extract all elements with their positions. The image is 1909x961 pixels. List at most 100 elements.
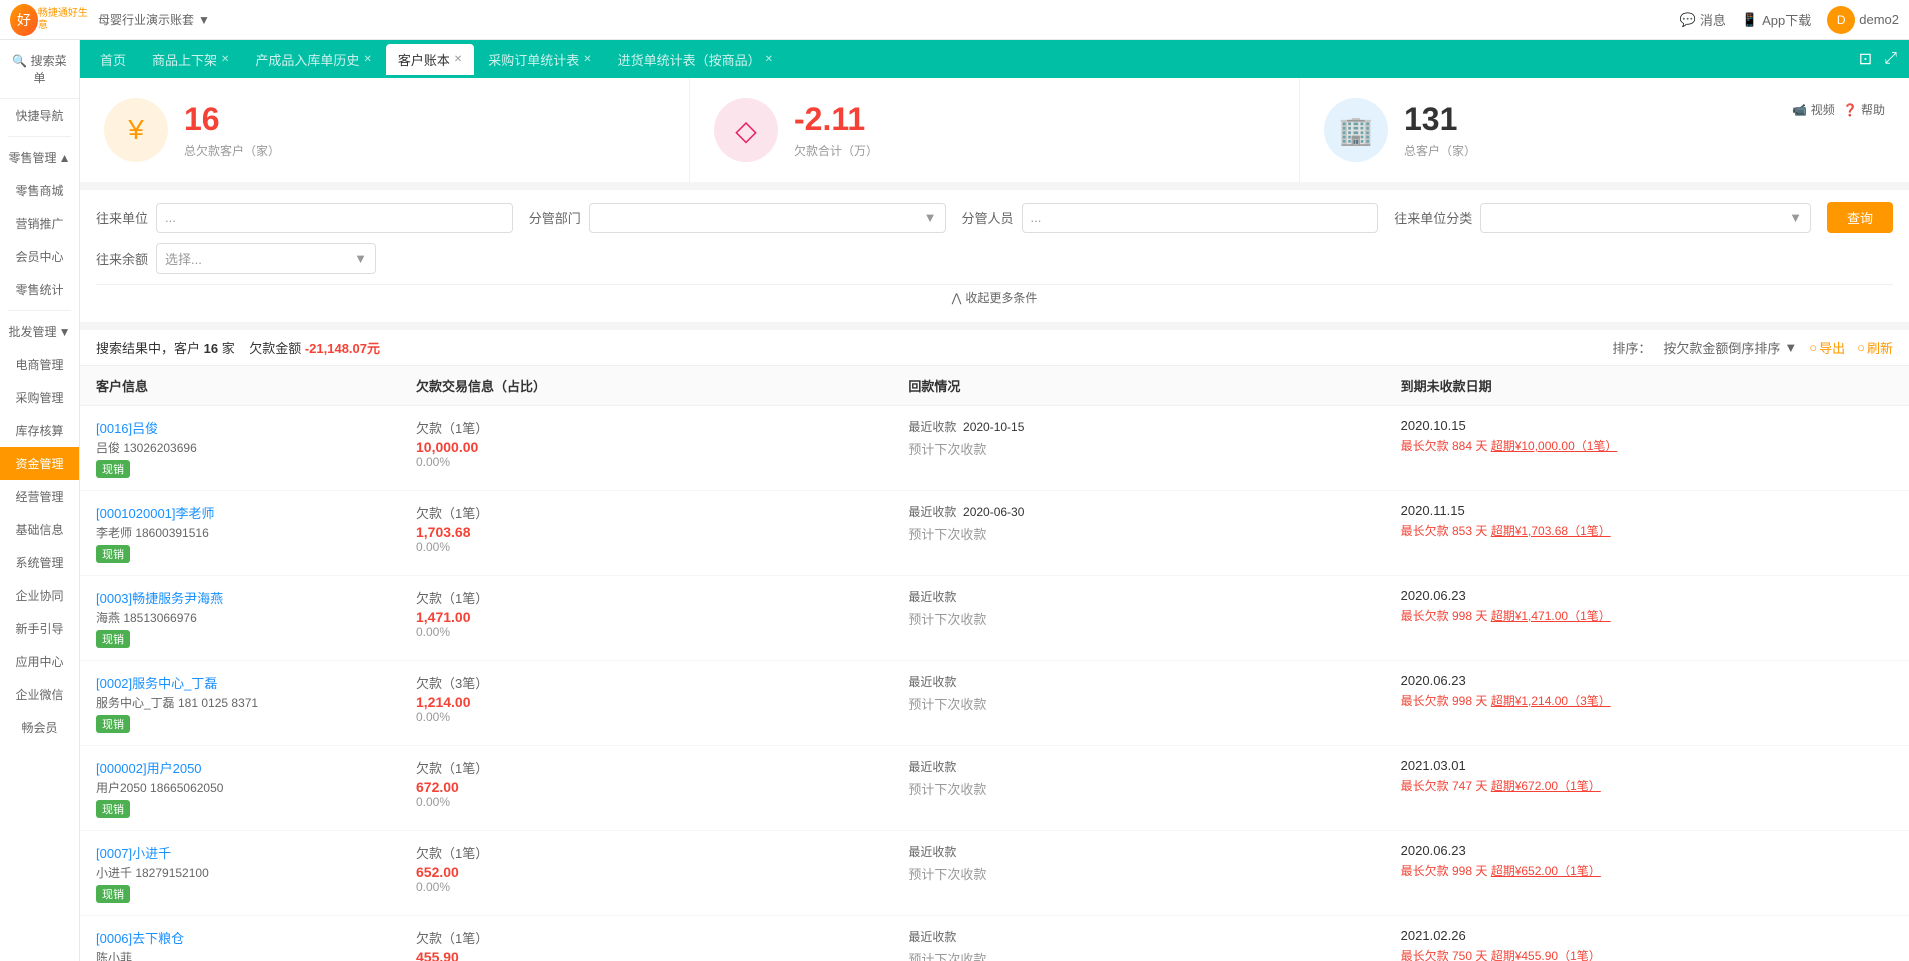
message-btn[interactable]: 💬 消息 [1680, 10, 1726, 29]
maximize-window-btn[interactable]: ⤢ [1880, 47, 1901, 71]
sidebar-item-system[interactable]: 系统管理 [0, 546, 79, 579]
customer-name-4[interactable]: [000002]用户2050 [96, 758, 416, 777]
user-profile[interactable]: D demo2 [1827, 6, 1899, 34]
sidebar-item-quick-nav[interactable]: 快捷导航 [0, 99, 79, 132]
table-row: [0007]小进千 小进千 18279152100 现销 欠款（1笔） 652.… [80, 831, 1909, 916]
tab-production-history[interactable]: 产成品入库单历史 ✕ [243, 44, 383, 75]
filter-row-1: 往来单位 ... 分管部门 ▼ 分管人员 [96, 202, 1893, 233]
table-container: 客户信息 欠款交易信息（占比） 回款情况 到期未收款日期 [0016]吕俊 吕俊… [80, 366, 1909, 961]
sidebar-item-purchase[interactable]: 采购管理 [0, 381, 79, 414]
overdue-link-5[interactable]: 超期¥652.00（1笔） [1491, 864, 1601, 878]
overdue-link-1[interactable]: 超期¥1,703.68（1笔） [1491, 524, 1611, 538]
customer-info-3: [0002]服务中心_丁磊 服务中心_丁磊 181 0125 8371 现销 [96, 673, 416, 733]
results-bar: 搜索结果中，客户 16 家 欠款金额 -21,148.07元 排序： 按欠款金额… [80, 330, 1909, 366]
sort-select[interactable]: 按欠款金额倒序排序 ▼ [1663, 338, 1797, 357]
stat-card-debt-amount: ◇ -2.11 欠款合计（万） [690, 78, 1300, 182]
tab-home[interactable]: 首页 [88, 44, 138, 75]
overdue-link-6[interactable]: 超期¥455.90（1笔） [1491, 949, 1601, 961]
refresh-btn[interactable]: ○ 刷新 [1857, 338, 1893, 357]
sidebar-item-operations[interactable]: 经营管理 [0, 480, 79, 513]
total-customers-label: 总客户（家） [1404, 142, 1885, 159]
debt-info-1: 欠款（1笔） 1,703.68 0.00% [416, 503, 908, 554]
tab-customer-account[interactable]: 客户账本 ✕ [386, 44, 474, 75]
overdue-link-0[interactable]: 超期¥10,000.00（1笔） [1491, 439, 1618, 453]
stat-top-actions: 📹 视频 ❓ 帮助 [1792, 101, 1885, 118]
results-info: 搜索结果中，客户 16 家 欠款金额 -21,148.07元 [96, 338, 380, 357]
sidebar-item-vip[interactable]: 畅会员 [0, 711, 79, 744]
sidebar-item-finance[interactable]: 资金管理 [0, 447, 79, 480]
payment-info-4: 最近收款 预计下次收款 [908, 758, 1400, 798]
overdue-link-4[interactable]: 超期¥672.00（1笔） [1491, 779, 1601, 793]
source-unit-input[interactable]: ... [156, 203, 513, 233]
debt-customers-info: 16 总欠款客户（家） [184, 101, 665, 159]
industry-selector[interactable]: 母婴行业演示账套 ▼ [98, 11, 210, 28]
sidebar-item-retail-store[interactable]: 零售商城 [0, 174, 79, 207]
sidebar-item-newbie[interactable]: 新手引导 [0, 612, 79, 645]
restore-window-btn[interactable]: ⊡ [1855, 47, 1876, 71]
customer-phone-0: 吕俊 13026203696 [96, 439, 416, 456]
sidebar-item-basic-info[interactable]: 基础信息 [0, 513, 79, 546]
overdue-link-3[interactable]: 超期¥1,214.00（3笔） [1491, 694, 1611, 708]
sidebar-item-enterprise[interactable]: 企业协同 [0, 579, 79, 612]
tab-close-purchase[interactable]: ✕ [583, 54, 591, 65]
sidebar-item-wechat[interactable]: 企业微信 [0, 678, 79, 711]
tab-inbound-stat[interactable]: 进货单统计表（按商品） ✕ [606, 44, 785, 75]
brand-name: 畅捷通好生意 [38, 8, 90, 32]
table-row: [0003]畅捷服务尹海燕 海燕 18513066976 现销 欠款（1笔） 1… [80, 576, 1909, 661]
sidebar: 🔍 搜索菜单 快捷导航 零售管理▲ 零售商城 营销推广 会员中心 零售统计 批发… [0, 40, 80, 961]
customer-name-0[interactable]: [0016]吕俊 [96, 418, 416, 437]
content-area: 首页 商品上下架 ✕ 产成品入库单历史 ✕ 客户账本 ✕ 采购订单统计表 ✕ 进… [80, 40, 1909, 961]
filter-row-2: 往来余额 选择... ▼ [96, 243, 1893, 274]
debt-info-5: 欠款（1笔） 652.00 0.00% [416, 843, 908, 894]
sidebar-item-app-center[interactable]: 应用中心 [0, 645, 79, 678]
person-input[interactable]: ... [1022, 203, 1379, 233]
debt-info-2: 欠款（1笔） 1,471.00 0.00% [416, 588, 908, 639]
overdue-link-2[interactable]: 超期¥1,471.00（1笔） [1491, 609, 1611, 623]
filter-balance: 往来余额 选择... ▼ [96, 243, 376, 274]
person-label: 分管人员 [962, 208, 1014, 227]
tab-close-product[interactable]: ✕ [221, 54, 229, 65]
debt-info-6: 欠款（1笔） 455.90 0.00% [416, 928, 908, 961]
customer-name-3[interactable]: [0002]服务中心_丁磊 [96, 673, 416, 692]
sidebar-item-ecommerce[interactable]: 电商管理 [0, 348, 79, 381]
payment-info-5: 最近收款 预计下次收款 [908, 843, 1400, 883]
table-row: [0006]去下粮仓 陈小菲 现销 欠款（1笔） 455.90 0.00% 最近… [80, 916, 1909, 961]
sidebar-search[interactable]: 🔍 搜索菜单 [0, 40, 79, 99]
debt-customers-number: 16 [184, 101, 665, 138]
top-right-actions: 💬 消息 📱 App下载 D demo2 [1680, 6, 1899, 34]
filter-dept: 分管部门 ▼ [529, 203, 946, 233]
sidebar-item-member[interactable]: 会员中心 [0, 240, 79, 273]
customer-tag-4: 现销 [96, 800, 130, 818]
refresh-icon: ○ [1857, 340, 1865, 355]
customer-info-1: [0001020001]李老师 李老师 18600391516 现销 [96, 503, 416, 563]
tab-purchase-order[interactable]: 采购订单统计表 ✕ [476, 44, 603, 75]
customer-name-6[interactable]: [0006]去下粮仓 [96, 928, 416, 947]
debt-amount-info: -2.11 欠款合计（万） [794, 101, 1275, 159]
unit-category-input[interactable]: ▼ [1480, 203, 1811, 233]
tab-close-production[interactable]: ✕ [363, 54, 371, 65]
customer-name-5[interactable]: [0007]小进千 [96, 843, 416, 862]
customer-name-1[interactable]: [0001020001]李老师 [96, 503, 416, 522]
due-info-6: 2021.02.26 最长欠款 750 天 超期¥455.90（1笔） [1401, 928, 1893, 961]
export-btn[interactable]: ○ 导出 [1809, 338, 1845, 357]
customer-tag-3: 现销 [96, 715, 130, 733]
sidebar-item-marketing[interactable]: 营销推广 [0, 207, 79, 240]
debt-amount-icon: ◇ [714, 98, 778, 162]
customer-name-2[interactable]: [0003]畅捷服务尹海燕 [96, 588, 416, 607]
tab-close-inbound[interactable]: ✕ [765, 54, 773, 65]
sidebar-item-retail-mgmt[interactable]: 零售管理▲ [0, 141, 79, 174]
sidebar-item-inventory[interactable]: 库存核算 [0, 414, 79, 447]
app-download-btn[interactable]: 📱 App下载 [1742, 10, 1811, 29]
col-header-due: 到期未收款日期 [1401, 376, 1893, 395]
balance-input[interactable]: 选择... ▼ [156, 243, 376, 274]
dept-input[interactable]: ▼ [589, 203, 946, 233]
search-menu-btn[interactable]: 🔍 搜索菜单 [8, 48, 71, 90]
tab-product-list[interactable]: 商品上下架 ✕ [140, 44, 241, 75]
sidebar-item-batch-mgmt[interactable]: 批发管理▼ [0, 315, 79, 348]
table-row: [0002]服务中心_丁磊 服务中心_丁磊 181 0125 8371 现销 欠… [80, 661, 1909, 746]
collapse-filter-btn[interactable]: ⋀ 收起更多条件 [96, 284, 1893, 310]
sidebar-item-retail-stat[interactable]: 零售统计 [0, 273, 79, 306]
search-button[interactable]: 查询 [1827, 202, 1893, 233]
col-header-debt: 欠款交易信息（占比） [416, 376, 908, 395]
tab-close-customer[interactable]: ✕ [454, 54, 462, 65]
